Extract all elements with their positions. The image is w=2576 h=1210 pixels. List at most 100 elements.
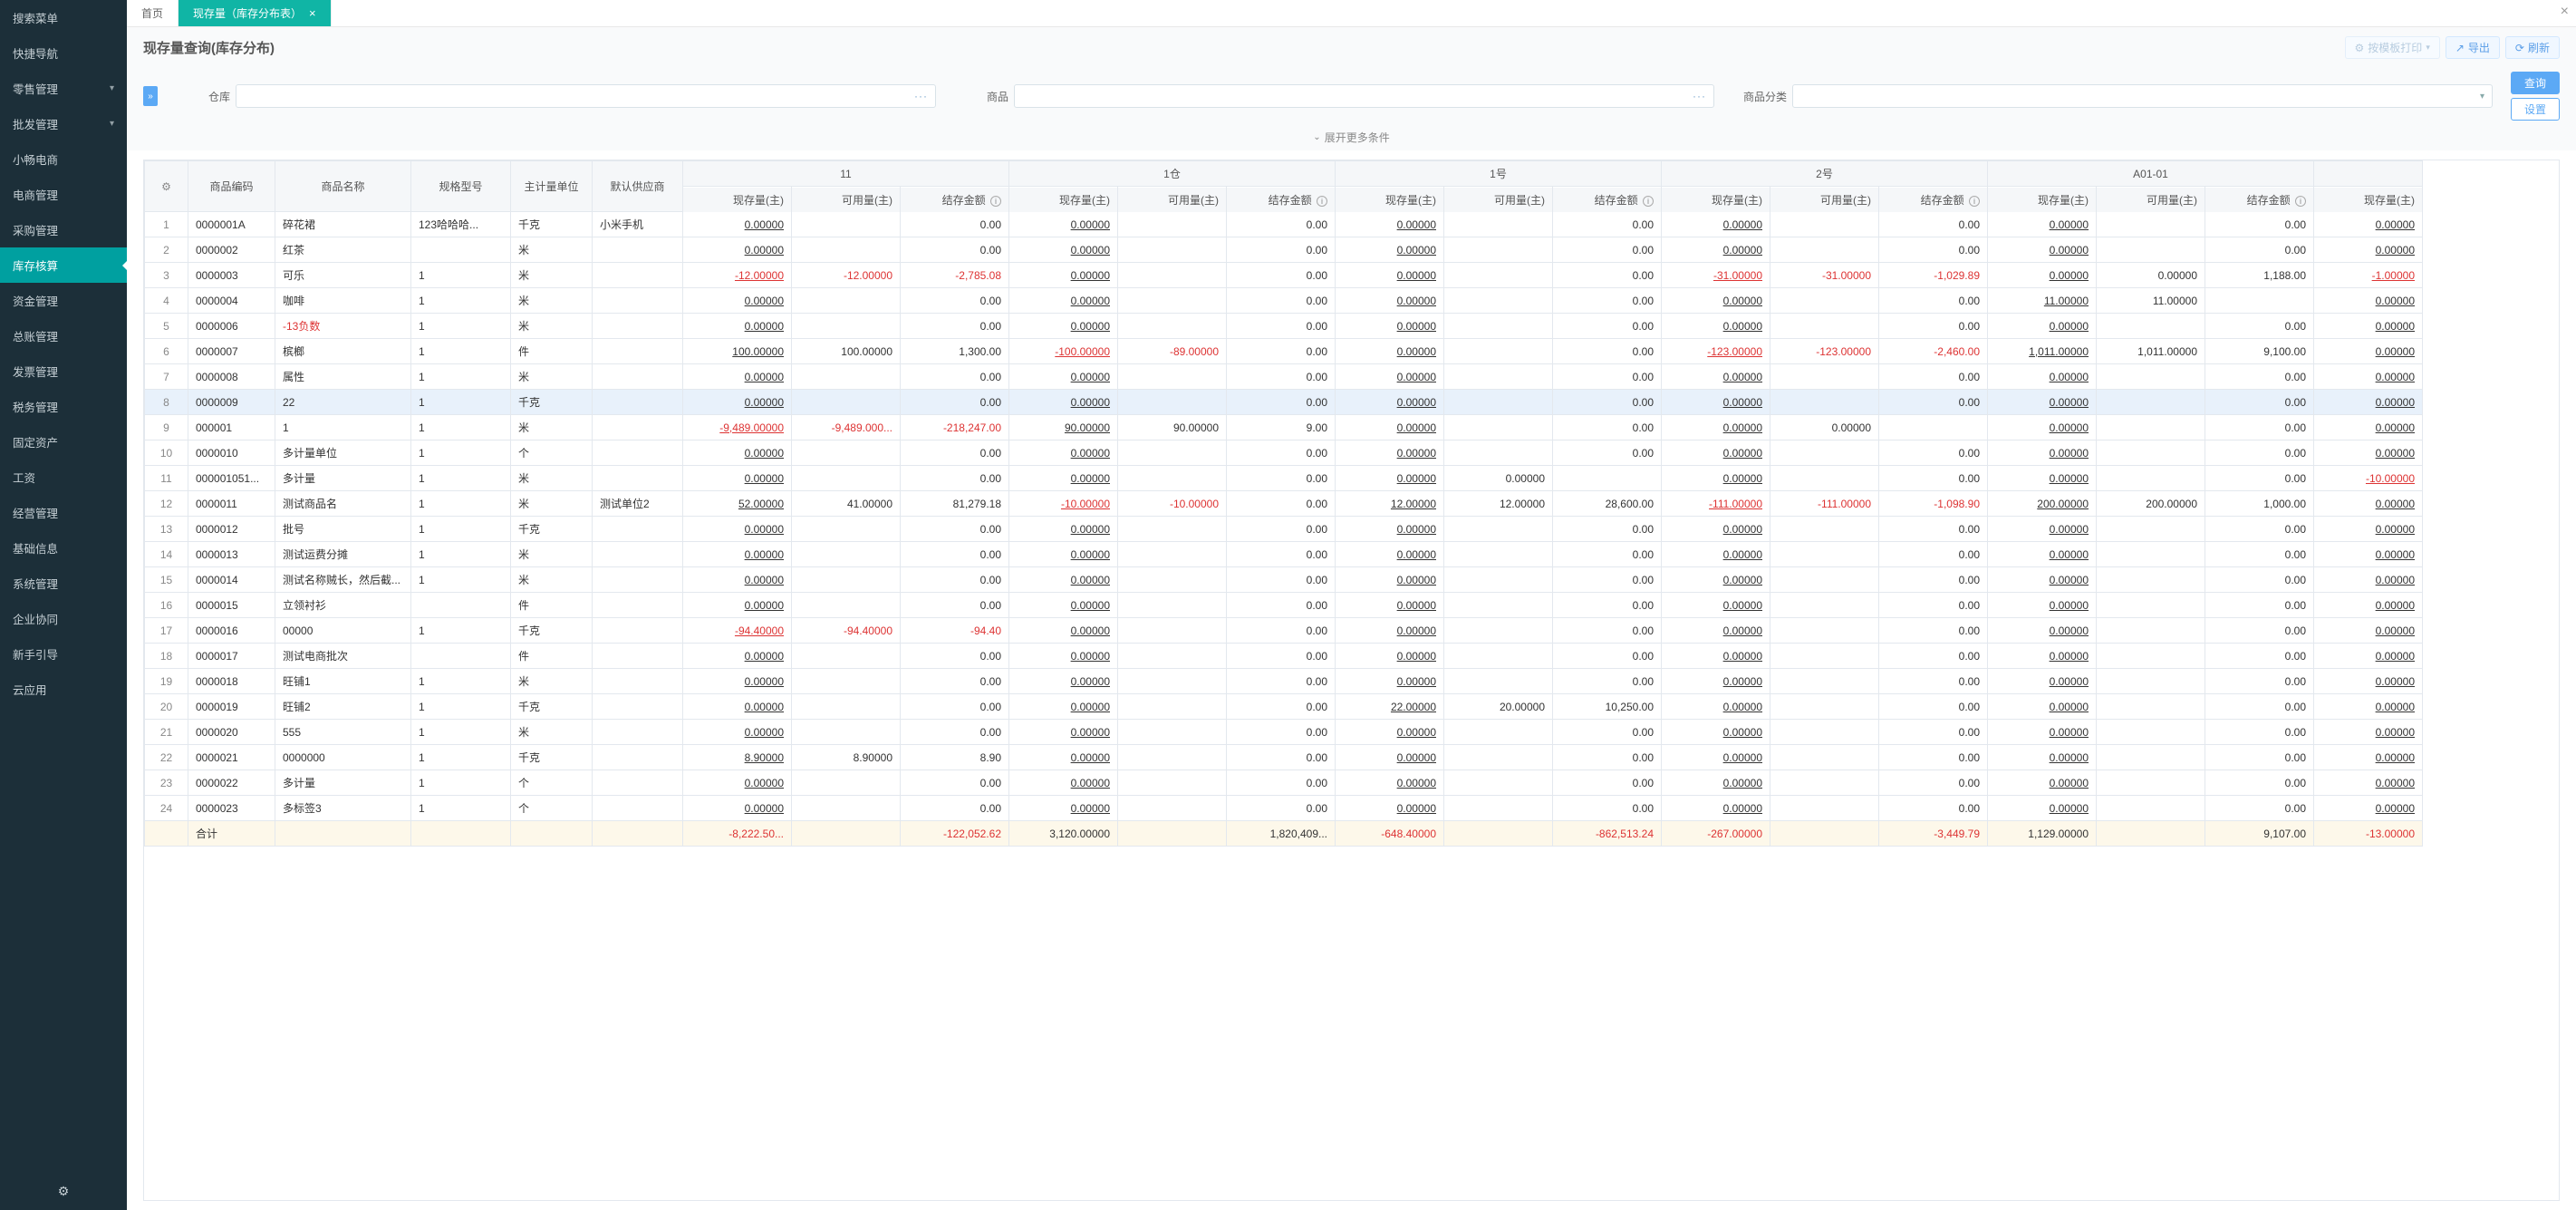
cell-value[interactable]: 0.00 xyxy=(1553,567,1662,593)
cell-value[interactable]: 0.00 xyxy=(2205,390,2314,415)
cell-value[interactable] xyxy=(792,669,901,694)
cell-value[interactable] xyxy=(1444,770,1553,796)
sidebar-item-5[interactable]: 电商管理 xyxy=(0,177,127,212)
cell-value[interactable]: 0.00000 xyxy=(1662,415,1770,440)
cell-value[interactable] xyxy=(1770,593,1879,618)
cell-value[interactable] xyxy=(1444,796,1553,821)
cell-value[interactable]: 0.00 xyxy=(1553,517,1662,542)
cell-value[interactable]: 0.00 xyxy=(901,364,1009,390)
col-sub-4-1[interactable]: 可用量(主) xyxy=(2097,187,2205,212)
cell-value[interactable]: -9,489.000... xyxy=(792,415,901,440)
cell-value[interactable]: 100.00000 xyxy=(683,339,792,364)
cell-value[interactable]: 0.00000 xyxy=(2314,770,2423,796)
cell-value[interactable] xyxy=(2097,669,2205,694)
cell-value[interactable]: 0.00000 xyxy=(1336,390,1444,415)
cell-value[interactable] xyxy=(1770,517,1879,542)
cell-value[interactable]: 0.00000 xyxy=(1009,644,1118,669)
cell-value[interactable] xyxy=(1770,542,1879,567)
cell-value[interactable]: -100.00000 xyxy=(1009,339,1118,364)
cell-value[interactable] xyxy=(1770,440,1879,466)
cell-value[interactable] xyxy=(792,364,901,390)
sidebar-item-3[interactable]: 批发管理▾ xyxy=(0,106,127,141)
cell-value[interactable]: 0.00000 xyxy=(1009,314,1118,339)
cell-value[interactable]: 0.00000 xyxy=(2314,593,2423,618)
cell-value[interactable]: 0.00 xyxy=(1879,720,1988,745)
cell-value[interactable]: 0.00000 xyxy=(1336,288,1444,314)
cell-value[interactable]: 0.00 xyxy=(901,567,1009,593)
cell-value[interactable]: 90.00000 xyxy=(1009,415,1118,440)
cell-value[interactable]: 0.00000 xyxy=(1009,263,1118,288)
cell-value[interactable]: 0.00000 xyxy=(1662,288,1770,314)
cell-value[interactable]: -12.00000 xyxy=(683,263,792,288)
sidebar-item-0[interactable]: 搜索菜单 xyxy=(0,0,127,35)
cell-value[interactable]: 8.90000 xyxy=(792,745,901,770)
cell-value[interactable]: 0.00 xyxy=(901,720,1009,745)
cell-value[interactable]: -123.00000 xyxy=(1662,339,1770,364)
table-row[interactable]: 230000022多计量1个0.000000.000.000000.000.00… xyxy=(145,770,2423,796)
cell-value[interactable]: 20.00000 xyxy=(1444,694,1553,720)
cell-value[interactable]: 0.00 xyxy=(1227,593,1336,618)
sidebar-item-19[interactable]: 云应用 xyxy=(0,672,127,707)
cell-value[interactable] xyxy=(1118,390,1227,415)
cell-value[interactable]: 0.00000 xyxy=(1009,720,1118,745)
cell-value[interactable]: 0.00 xyxy=(1553,542,1662,567)
cell-value[interactable]: 0.00000 xyxy=(1336,237,1444,263)
cell-value[interactable]: 0.00 xyxy=(1227,770,1336,796)
cell-value[interactable]: 0.00000 xyxy=(683,466,792,491)
cell-value[interactable]: -9,489.00000 xyxy=(683,415,792,440)
col-group-4[interactable]: A01-01 xyxy=(1988,161,2314,187)
cell-value[interactable]: 0.00000 xyxy=(1662,517,1770,542)
cell-value[interactable]: 0.00 xyxy=(2205,364,2314,390)
cell-value[interactable]: 0.00 xyxy=(901,770,1009,796)
cell-value[interactable]: 100.00000 xyxy=(792,339,901,364)
cell-value[interactable] xyxy=(792,694,901,720)
cell-value[interactable]: 0.00000 xyxy=(1662,669,1770,694)
cell-value[interactable] xyxy=(792,796,901,821)
lookup-icon[interactable]: ··· xyxy=(1693,90,1706,102)
cell-value[interactable] xyxy=(1444,237,1553,263)
sidebar-item-6[interactable]: 采购管理 xyxy=(0,212,127,247)
cell-value[interactable]: 0.00 xyxy=(1879,314,1988,339)
cell-value[interactable]: -10.00000 xyxy=(1118,491,1227,517)
cell-value[interactable]: 0.00 xyxy=(2205,618,2314,644)
cell-value[interactable] xyxy=(1118,720,1227,745)
cell-value[interactable]: 0.00000 xyxy=(1662,720,1770,745)
cell-value[interactable]: 0.00000 xyxy=(1009,618,1118,644)
cell-value[interactable]: 0.00 xyxy=(1227,745,1336,770)
cell-value[interactable]: 0.00 xyxy=(1227,263,1336,288)
sidebar-item-18[interactable]: 新手引导 xyxy=(0,636,127,672)
table-row[interactable]: 140000013测试运费分摊1米0.000000.000.000000.000… xyxy=(145,542,2423,567)
cell-value[interactable]: 0.00000 xyxy=(1988,440,2097,466)
cell-value[interactable]: 0.00000 xyxy=(1009,364,1118,390)
cell-value[interactable]: 0.00000 xyxy=(2314,314,2423,339)
cell-value[interactable]: 0.00 xyxy=(2205,567,2314,593)
cell-value[interactable]: 0.00000 xyxy=(1336,263,1444,288)
cell-value[interactable]: -111.00000 xyxy=(1662,491,1770,517)
cell-value[interactable]: 0.00 xyxy=(2205,212,2314,237)
cell-value[interactable]: 0.00000 xyxy=(1988,644,2097,669)
cell-value[interactable]: 0.00 xyxy=(1879,542,1988,567)
cell-value[interactable]: 0.00000 xyxy=(1336,542,1444,567)
cell-value[interactable] xyxy=(1444,567,1553,593)
cell-value[interactable]: 0.00000 xyxy=(1662,542,1770,567)
cell-value[interactable]: 0.00 xyxy=(2205,644,2314,669)
cell-value[interactable]: 0.00000 xyxy=(1662,440,1770,466)
cell-value[interactable]: 0.00 xyxy=(2205,669,2314,694)
table-row[interactable]: 120000011测试商品名1米测试单位252.0000041.0000081,… xyxy=(145,491,2423,517)
cell-value[interactable] xyxy=(1444,517,1553,542)
cell-value[interactable]: 12.00000 xyxy=(1444,491,1553,517)
col-sub-0-2[interactable]: 结存金额 i xyxy=(901,187,1009,212)
cell-value[interactable]: -2,460.00 xyxy=(1879,339,1988,364)
col-sub-2-2[interactable]: 结存金额 i xyxy=(1553,187,1662,212)
cell-value[interactable]: 0.00000 xyxy=(1336,440,1444,466)
cell-value[interactable]: 1,300.00 xyxy=(901,339,1009,364)
cell-value[interactable]: -12.00000 xyxy=(792,263,901,288)
cell-value[interactable] xyxy=(1118,770,1227,796)
cell-value[interactable]: 0.00000 xyxy=(683,796,792,821)
cell-value[interactable] xyxy=(2097,644,2205,669)
cell-value[interactable]: 0.00000 xyxy=(2314,415,2423,440)
sidebar-item-12[interactable]: 固定资产 xyxy=(0,424,127,460)
table-row[interactable]: 900000111米-9,489.00000-9,489.000...-218,… xyxy=(145,415,2423,440)
cell-value[interactable]: 0.00 xyxy=(901,390,1009,415)
cell-value[interactable]: 0.00 xyxy=(1553,669,1662,694)
